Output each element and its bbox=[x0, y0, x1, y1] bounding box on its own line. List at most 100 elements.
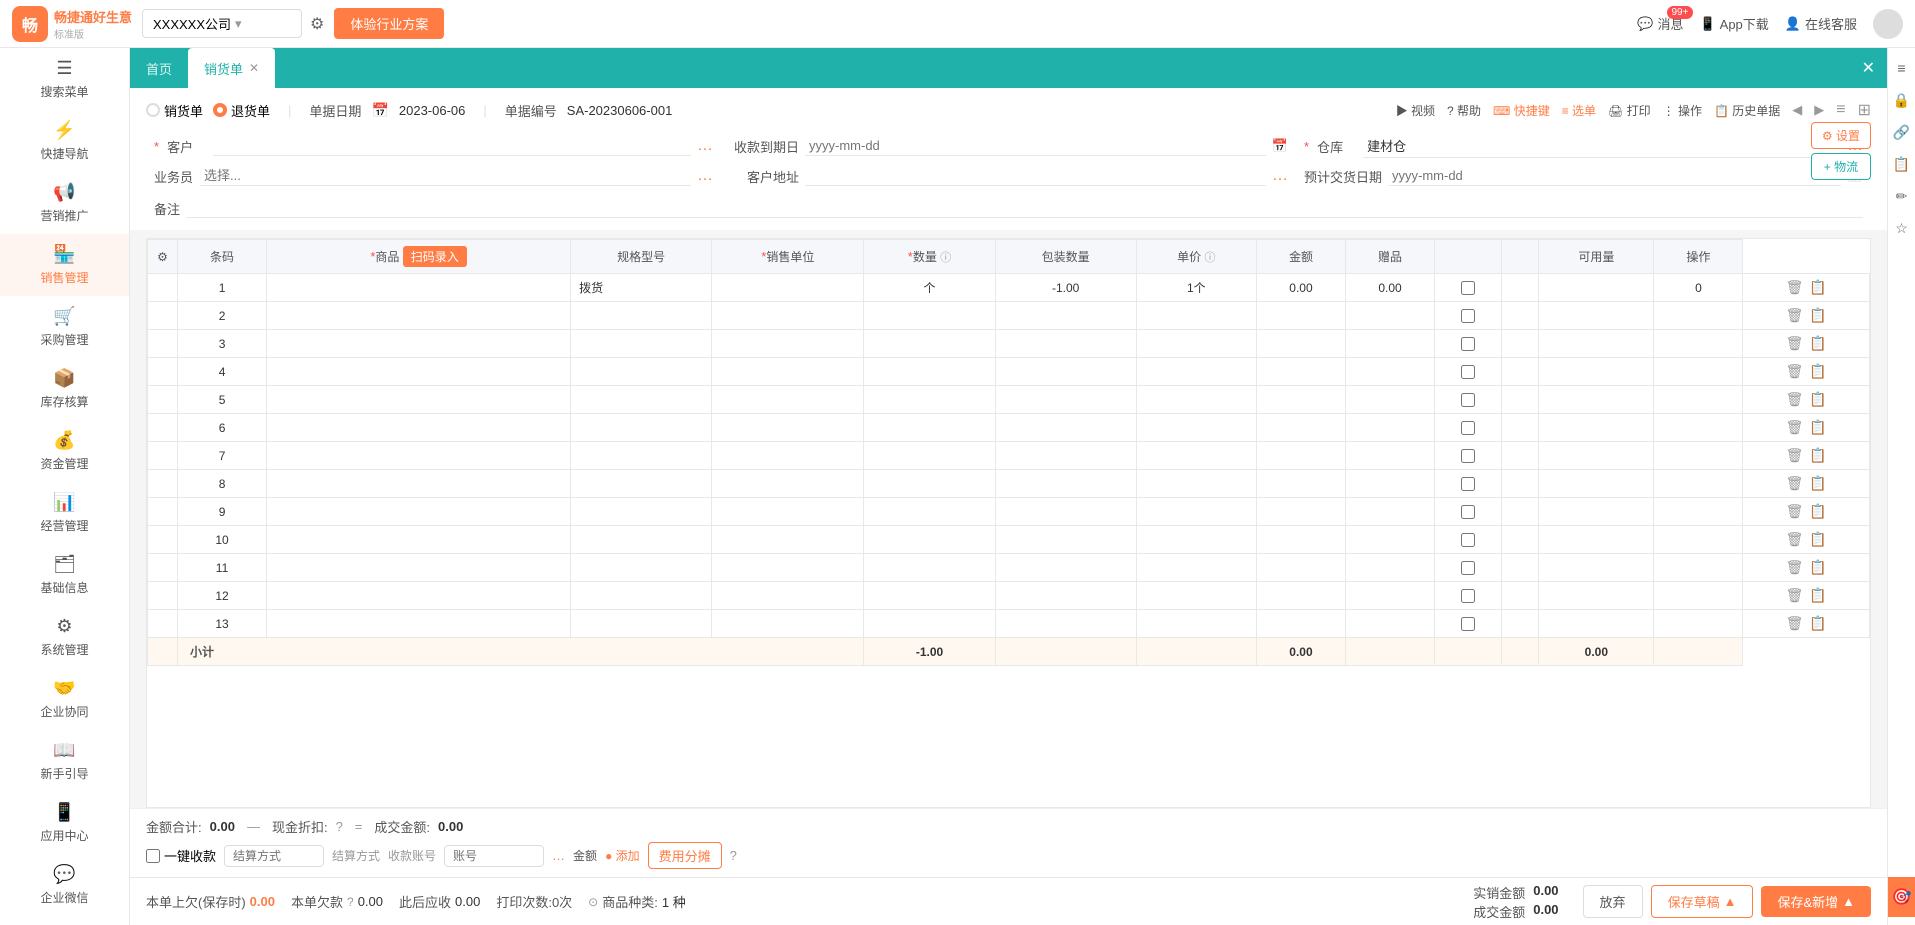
sidebar-item-guide[interactable]: 📖 新手引导 bbox=[0, 730, 129, 792]
copy-icon[interactable]: 📋 bbox=[1809, 335, 1826, 352]
settings-button[interactable]: ⚙ 设置 bbox=[1811, 122, 1871, 149]
prev-icon[interactable]: ◀ bbox=[1792, 102, 1802, 118]
pay-date-input[interactable] bbox=[805, 136, 1266, 156]
select-link[interactable]: ≡ 选单 bbox=[1562, 102, 1596, 119]
copy-icon[interactable]: 📋 bbox=[1809, 475, 1826, 492]
save-draft-button[interactable]: 保存草稿 ▲ bbox=[1651, 885, 1754, 918]
gift-checkbox[interactable] bbox=[1461, 477, 1475, 491]
expected-date-input[interactable] bbox=[1388, 166, 1841, 186]
video-link[interactable]: ▶ 视频 bbox=[1396, 102, 1435, 119]
delete-icon[interactable]: 🗑 bbox=[1786, 391, 1804, 408]
gift-checkbox[interactable] bbox=[1461, 393, 1475, 407]
right-btn-2[interactable]: 🔒 bbox=[1890, 88, 1914, 112]
sidebar-item-quicknav[interactable]: ⚡ 快捷导航 bbox=[0, 110, 129, 172]
gift-checkbox[interactable] bbox=[1461, 365, 1475, 379]
gift-checkbox[interactable] bbox=[1461, 421, 1475, 435]
delete-icon[interactable]: 🗑 bbox=[1786, 307, 1804, 324]
window-close-button[interactable]: ✕ bbox=[1862, 58, 1887, 78]
print-link[interactable]: 🖨 打印 bbox=[1608, 102, 1651, 119]
copy-icon[interactable]: 📋 bbox=[1809, 587, 1826, 604]
gift-checkbox[interactable] bbox=[1461, 449, 1475, 463]
sidebar-item-sales[interactable]: 🏪 销售管理 bbox=[0, 234, 129, 296]
help-link[interactable]: ? 帮助 bbox=[1447, 102, 1481, 119]
delete-icon[interactable]: 🗑 bbox=[1786, 447, 1804, 464]
sidebar-item-marketing[interactable]: 📢 营销推广 bbox=[0, 172, 129, 234]
copy-icon[interactable]: 📋 bbox=[1809, 363, 1826, 380]
sidebar-item-enterprise[interactable]: 🤝 企业协同 bbox=[0, 668, 129, 730]
customer-addr-input[interactable] bbox=[805, 166, 1266, 186]
copy-icon[interactable]: 📋 bbox=[1809, 307, 1826, 324]
trial-button[interactable]: 体验行业方案 bbox=[334, 8, 444, 39]
calc-method-input[interactable] bbox=[224, 845, 324, 867]
salesperson-input[interactable] bbox=[200, 166, 691, 186]
right-btn-3[interactable]: 🔗 bbox=[1890, 120, 1914, 144]
scan-button[interactable]: 扫码录入 bbox=[403, 246, 467, 267]
pay-date-calendar-icon[interactable]: 📅 bbox=[1272, 138, 1288, 154]
calendar-icon[interactable]: 📅 bbox=[371, 102, 388, 119]
one-click-payment-label[interactable]: 一键收款 bbox=[146, 846, 216, 865]
delete-icon[interactable]: 🗑 bbox=[1786, 559, 1804, 576]
gift-checkbox[interactable] bbox=[1461, 337, 1475, 351]
customer-dots[interactable]: … bbox=[697, 138, 713, 154]
arrears-help-icon[interactable]: ? bbox=[347, 895, 354, 909]
radio-return-order[interactable]: 退货单 bbox=[213, 101, 270, 120]
expense-split-button[interactable]: 费用分摊 bbox=[648, 842, 722, 869]
copy-icon[interactable]: 📋 bbox=[1809, 447, 1826, 464]
delete-icon[interactable]: 🗑 bbox=[1786, 335, 1804, 352]
sidebar-item-appstore[interactable]: 📱 应用中心 bbox=[0, 792, 129, 854]
shortcuts-link[interactable]: ⌨ 快捷键 bbox=[1493, 102, 1550, 119]
gift-checkbox[interactable] bbox=[1461, 281, 1475, 295]
save-new-button[interactable]: 保存&新增 ▲ bbox=[1761, 886, 1871, 917]
logistics-button[interactable]: + 物流 bbox=[1811, 153, 1871, 180]
gift-checkbox[interactable] bbox=[1461, 309, 1475, 323]
avatar[interactable] bbox=[1873, 9, 1903, 39]
settings-icon[interactable]: ⚙ bbox=[310, 14, 324, 34]
copy-icon[interactable]: 📋 bbox=[1809, 531, 1826, 548]
tab-close-icon[interactable]: ✕ bbox=[249, 61, 259, 75]
delete-icon[interactable]: 🗑 bbox=[1786, 615, 1804, 632]
sidebar-item-finance[interactable]: 💰 资金管理 bbox=[0, 420, 129, 482]
online-service-button[interactable]: 👤 在线客服 bbox=[1785, 14, 1857, 33]
delete-icon[interactable]: 🗑 bbox=[1786, 363, 1804, 380]
delete-icon[interactable]: 🗑 bbox=[1786, 279, 1804, 296]
right-btn-1[interactable]: ≡ bbox=[1890, 56, 1914, 80]
right-btn-4[interactable]: 📋 bbox=[1890, 152, 1914, 176]
delete-icon[interactable]: 🗑 bbox=[1786, 419, 1804, 436]
sidebar-item-member[interactable]: 👑 畅会员 bbox=[0, 916, 129, 925]
messages-button[interactable]: 💬 消息 99+ bbox=[1637, 14, 1683, 33]
sidebar-item-inventory[interactable]: 📦 库存核算 bbox=[0, 358, 129, 420]
sidebar-item-wecom[interactable]: 💬 企业微信 bbox=[0, 854, 129, 916]
account-dots[interactable]: … bbox=[552, 848, 565, 863]
expense-help-icon[interactable]: ? bbox=[730, 848, 737, 863]
product-type-icon[interactable]: ⊙ bbox=[588, 895, 598, 909]
add-button[interactable]: ● 添加 bbox=[605, 847, 640, 864]
tab-sales-order[interactable]: 销货单 ✕ bbox=[188, 48, 275, 88]
right-btn-6[interactable]: ☆ bbox=[1890, 216, 1914, 240]
grid-view-icon[interactable]: ⊞ bbox=[1858, 100, 1871, 120]
copy-icon[interactable]: 📋 bbox=[1809, 559, 1826, 576]
copy-icon[interactable]: 📋 bbox=[1809, 503, 1826, 520]
list-view-icon[interactable]: ≡ bbox=[1836, 101, 1845, 119]
th-settings[interactable]: ⚙ bbox=[148, 240, 178, 274]
delete-icon[interactable]: 🗑 bbox=[1786, 475, 1804, 492]
delete-icon[interactable]: 🗑 bbox=[1786, 587, 1804, 604]
history-link[interactable]: 📋 历史单据 bbox=[1714, 102, 1780, 119]
operations-link[interactable]: ⋮ 操作 bbox=[1663, 102, 1702, 119]
sidebar-item-system[interactable]: ⚙ 系统管理 bbox=[0, 606, 129, 668]
discard-button[interactable]: 放弃 bbox=[1583, 885, 1643, 918]
right-btn-5[interactable]: ✏ bbox=[1890, 184, 1914, 208]
copy-icon[interactable]: 📋 bbox=[1809, 391, 1826, 408]
sidebar-item-purchase[interactable]: 🛒 采购管理 bbox=[0, 296, 129, 358]
copy-icon[interactable]: 📋 bbox=[1809, 419, 1826, 436]
sidebar-item-basic[interactable]: 🗂 基础信息 bbox=[0, 544, 129, 606]
delete-icon[interactable]: 🗑 bbox=[1786, 503, 1804, 520]
discount-help-icon[interactable]: ? bbox=[336, 819, 343, 834]
gift-checkbox[interactable] bbox=[1461, 505, 1475, 519]
one-click-payment-checkbox[interactable] bbox=[146, 849, 160, 863]
radio-sales-order[interactable]: 销货单 bbox=[146, 101, 203, 120]
sidebar-item-search[interactable]: ☰ 搜索菜单 bbox=[0, 48, 129, 110]
gift-checkbox[interactable] bbox=[1461, 589, 1475, 603]
customer-input[interactable] bbox=[213, 136, 691, 156]
next-icon[interactable]: ▶ bbox=[1814, 102, 1824, 118]
company-selector[interactable]: XXXXXX公司 ▾ bbox=[142, 9, 302, 38]
